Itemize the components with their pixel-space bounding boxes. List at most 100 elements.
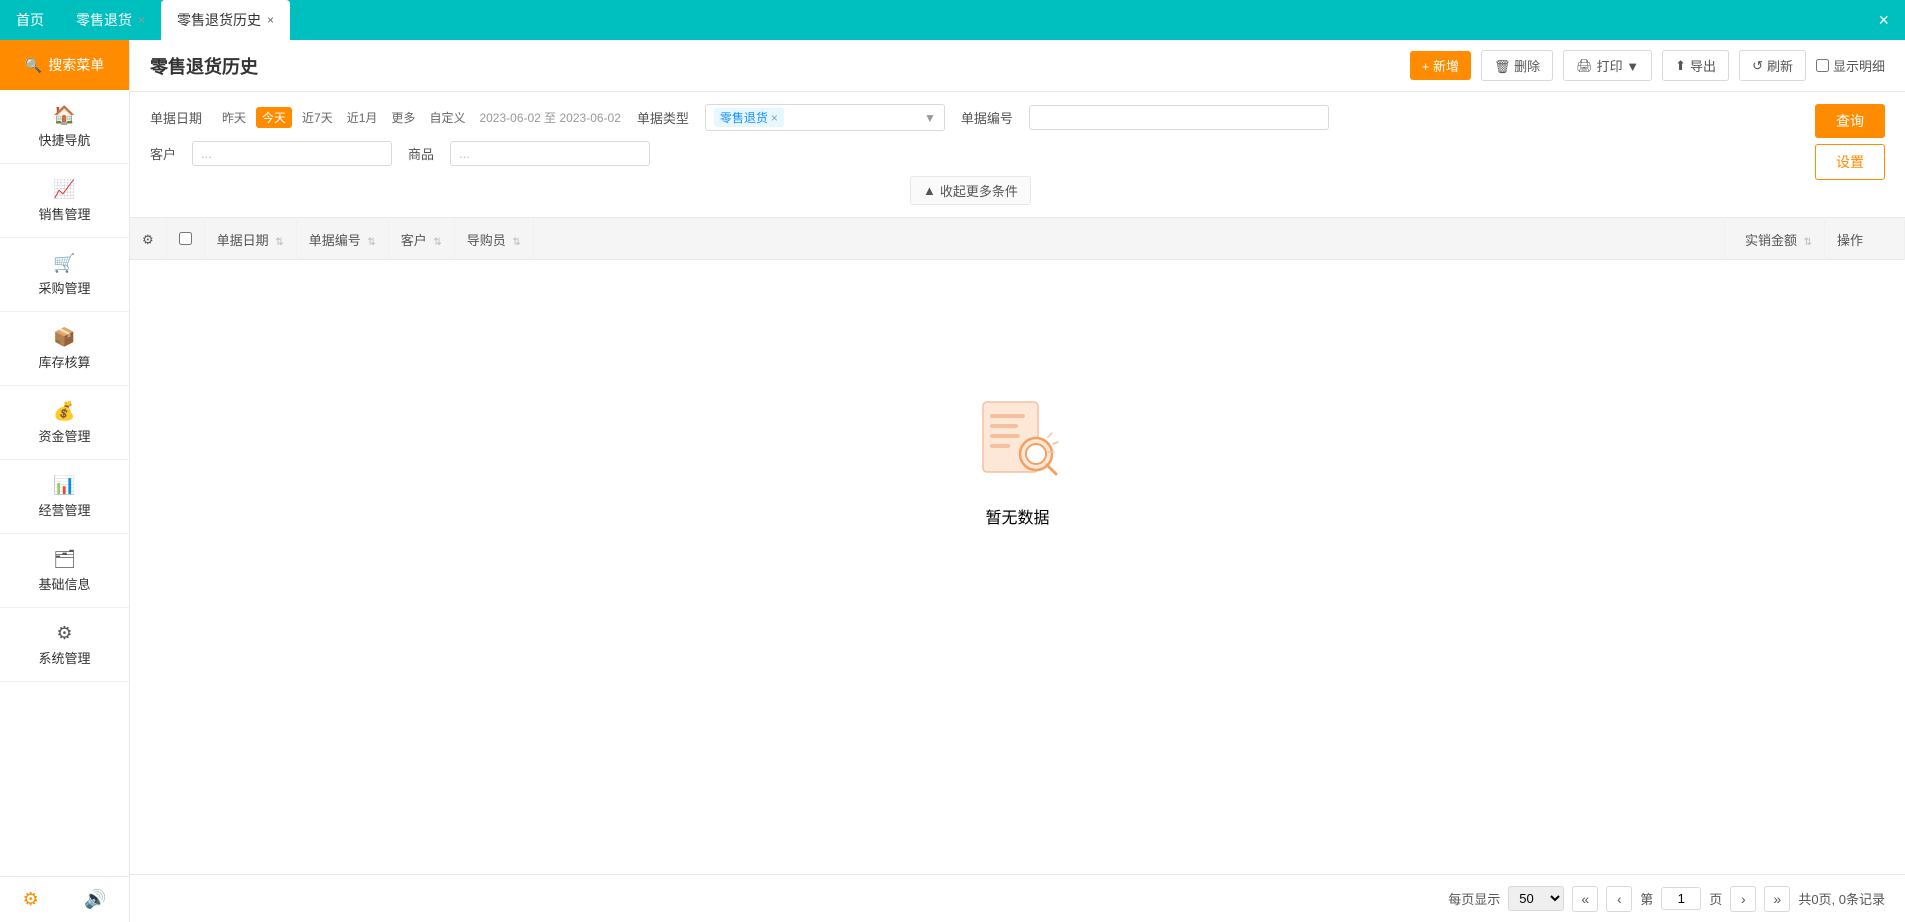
quick-nav-icon: 🏠 (54, 104, 76, 126)
sidebar-item-sales-mgmt[interactable]: 📈 销售管理 (0, 164, 129, 238)
date-yesterday[interactable]: 昨天 (218, 107, 250, 128)
actual-amount-sort-icon: ⇅ (1804, 237, 1812, 248)
tab-retail-return[interactable]: 零售退货 × (60, 0, 161, 40)
print-icon: 🖨 (1576, 58, 1593, 74)
settings-icon[interactable]: ⚙ (23, 889, 39, 910)
guide-sort-icon: ⇅ (512, 237, 520, 248)
filter-row-2: 客户 ... 商品 ... (150, 141, 1791, 166)
collapse-button[interactable]: ▲ 收起更多条件 (910, 176, 1031, 205)
window-close-button[interactable]: × (1862, 0, 1905, 40)
table-settings-icon[interactable]: ⚙ (142, 232, 154, 247)
empty-svg (968, 392, 1068, 492)
date-custom[interactable]: 自定义 (425, 107, 469, 128)
refresh-button[interactable]: ↺ 刷新 (1739, 50, 1806, 81)
select-all-checkbox[interactable] (179, 232, 192, 245)
page-size-label: 每页显示 (1448, 889, 1500, 908)
goods-input[interactable]: ... (450, 141, 650, 166)
doc-no-input[interactable] (1029, 105, 1329, 130)
tab-home[interactable]: 首页 (0, 0, 60, 40)
delete-button[interactable]: 🗑 删除 (1481, 50, 1553, 81)
empty-icon (968, 392, 1068, 492)
th-actual-amount[interactable]: 实销金额 ⇅ (1725, 220, 1825, 260)
sidebar-search[interactable]: 🔍 搜索菜单 (0, 40, 129, 90)
date-more[interactable]: 更多 (387, 107, 419, 128)
th-check[interactable] (166, 220, 204, 260)
last-page-button[interactable]: » (1764, 886, 1790, 912)
th-doc-no-label: 单据编号 (309, 233, 361, 248)
sidebar-item-finance[interactable]: 💰 资金管理 (0, 386, 129, 460)
doc-type-tag-close[interactable]: × (771, 111, 778, 125)
sidebar: 🔍 搜索菜单 🏠 快捷导航 📈 销售管理 🛒 采购管理 📦 库存核算 💰 (0, 40, 130, 922)
doc-type-arrow: ▼ (924, 111, 936, 125)
th-guide-label: 导购员 (467, 233, 506, 248)
sidebar-item-inventory[interactable]: 📦 库存核算 (0, 312, 129, 386)
show-detail-checkbox[interactable] (1816, 59, 1829, 72)
sidebar-nav: 🏠 快捷导航 📈 销售管理 🛒 采购管理 📦 库存核算 💰 资金管理 📊 (0, 90, 129, 876)
th-doc-date[interactable]: 单据日期 ⇅ (204, 220, 296, 260)
doc-date-sort-icon: ⇅ (275, 237, 283, 248)
date-shortcuts: 昨天 今天 近7天 近1月 更多 自定义 2023-06-02 至 2023-0… (218, 107, 621, 128)
export-button[interactable]: ⬆ 导出 (1662, 50, 1729, 81)
customer-input[interactable]: ... (192, 141, 392, 166)
print-button[interactable]: 🖨 打印 ▼ (1563, 50, 1652, 81)
sidebar-item-quick-nav-label: 快捷导航 (38, 130, 90, 149)
filter-area: 单据日期 昨天 今天 近7天 近1月 更多 自定义 2023-06-02 至 2… (130, 92, 1905, 218)
empty-text: 暂无数据 (985, 504, 1049, 528)
table-header: ⚙ 单据日期 ⇅ 单据编号 ⇅ (130, 220, 1905, 260)
page-header: 零售退货历史 + 新增 🗑 删除 🖨 打印 ▼ ⬆ 导出 ↺ 刷新 显示明细 (130, 40, 1905, 92)
first-page-button[interactable]: « (1572, 886, 1598, 912)
tab-retail-return-history-label: 零售退货历史 (177, 10, 261, 30)
sidebar-item-basic-info[interactable]: 🗂 基础信息 (0, 534, 129, 608)
th-customer[interactable]: 客户 ⇅ (388, 220, 454, 260)
page-label: 第 (1640, 889, 1653, 908)
top-bar: 首页 零售退货 × 零售退货历史 × × (0, 0, 1905, 40)
date-1month[interactable]: 近1月 (343, 107, 382, 128)
sidebar-item-system-mgmt-label: 系统管理 (38, 648, 90, 667)
th-guide[interactable]: 导购员 ⇅ (454, 220, 533, 260)
sound-icon[interactable]: 🔊 (84, 889, 106, 910)
date-today[interactable]: 今天 (256, 107, 292, 128)
sidebar-item-system-mgmt[interactable]: ⚙ 系统管理 (0, 608, 129, 682)
doc-no-sort-icon: ⇅ (367, 237, 375, 248)
show-detail-label: 显示明细 (1833, 56, 1885, 75)
new-button[interactable]: + 新增 (1410, 51, 1471, 80)
date-7days[interactable]: 近7天 (298, 107, 337, 128)
main-layout: 🔍 搜索菜单 🏠 快捷导航 📈 销售管理 🛒 采购管理 📦 库存核算 💰 (0, 40, 1905, 922)
window-close-icon: × (1878, 10, 1889, 31)
sales-mgmt-icon: 📈 (54, 178, 76, 200)
sidebar-item-operations[interactable]: 📊 经营管理 (0, 460, 129, 534)
tab-retail-return-history-close[interactable]: × (267, 13, 274, 27)
tab-retail-return-history[interactable]: 零售退货历史 × (161, 0, 290, 40)
next-page-button[interactable]: › (1730, 886, 1756, 912)
page-number-input[interactable] (1661, 887, 1701, 910)
operations-icon: 📊 (54, 474, 76, 496)
th-doc-no[interactable]: 单据编号 ⇅ (296, 220, 388, 260)
prev-page-button[interactable]: ‹ (1606, 886, 1632, 912)
sidebar-item-finance-label: 资金管理 (38, 426, 90, 445)
total-text: 共0页, 0条记录 (1798, 889, 1885, 908)
doc-no-label: 单据编号 (961, 108, 1013, 127)
sidebar-bottom: ⚙ 🔊 (0, 876, 129, 922)
collapse-row: ▲ 收起更多条件 (150, 176, 1791, 205)
sidebar-search-label: 搜索菜单 (48, 55, 104, 75)
th-action: 操作 (1825, 220, 1905, 260)
collapse-label: 收起更多条件 (940, 181, 1018, 200)
filter-settings-button[interactable]: 设置 (1815, 144, 1885, 180)
tab-retail-return-close[interactable]: × (138, 13, 145, 27)
empty-state: 暂无数据 (130, 260, 1905, 660)
filter-row-1: 单据日期 昨天 今天 近7天 近1月 更多 自定义 2023-06-02 至 2… (150, 104, 1791, 131)
goods-label: 商品 (408, 144, 434, 163)
tab-home-label: 首页 (16, 10, 44, 30)
pagination-bar: 每页显示 10 20 50 100 « ‹ 第 页 › » 共0页, 0条记录 (130, 874, 1905, 922)
query-button[interactable]: 查询 (1815, 104, 1885, 138)
page-size-select[interactable]: 10 20 50 100 (1508, 886, 1564, 911)
doc-type-tag-label: 零售退货 (720, 109, 768, 126)
th-settings[interactable]: ⚙ (130, 220, 166, 260)
doc-type-select[interactable]: 零售退货 × ▼ (705, 104, 945, 131)
sidebar-item-quick-nav[interactable]: 🏠 快捷导航 (0, 90, 129, 164)
th-action-label: 操作 (1837, 233, 1863, 248)
sidebar-item-purchase-mgmt[interactable]: 🛒 采购管理 (0, 238, 129, 312)
filter-actions: 查询 设置 (1815, 104, 1885, 205)
sidebar-item-basic-info-label: 基础信息 (38, 574, 90, 593)
date-label: 单据日期 (150, 108, 202, 127)
